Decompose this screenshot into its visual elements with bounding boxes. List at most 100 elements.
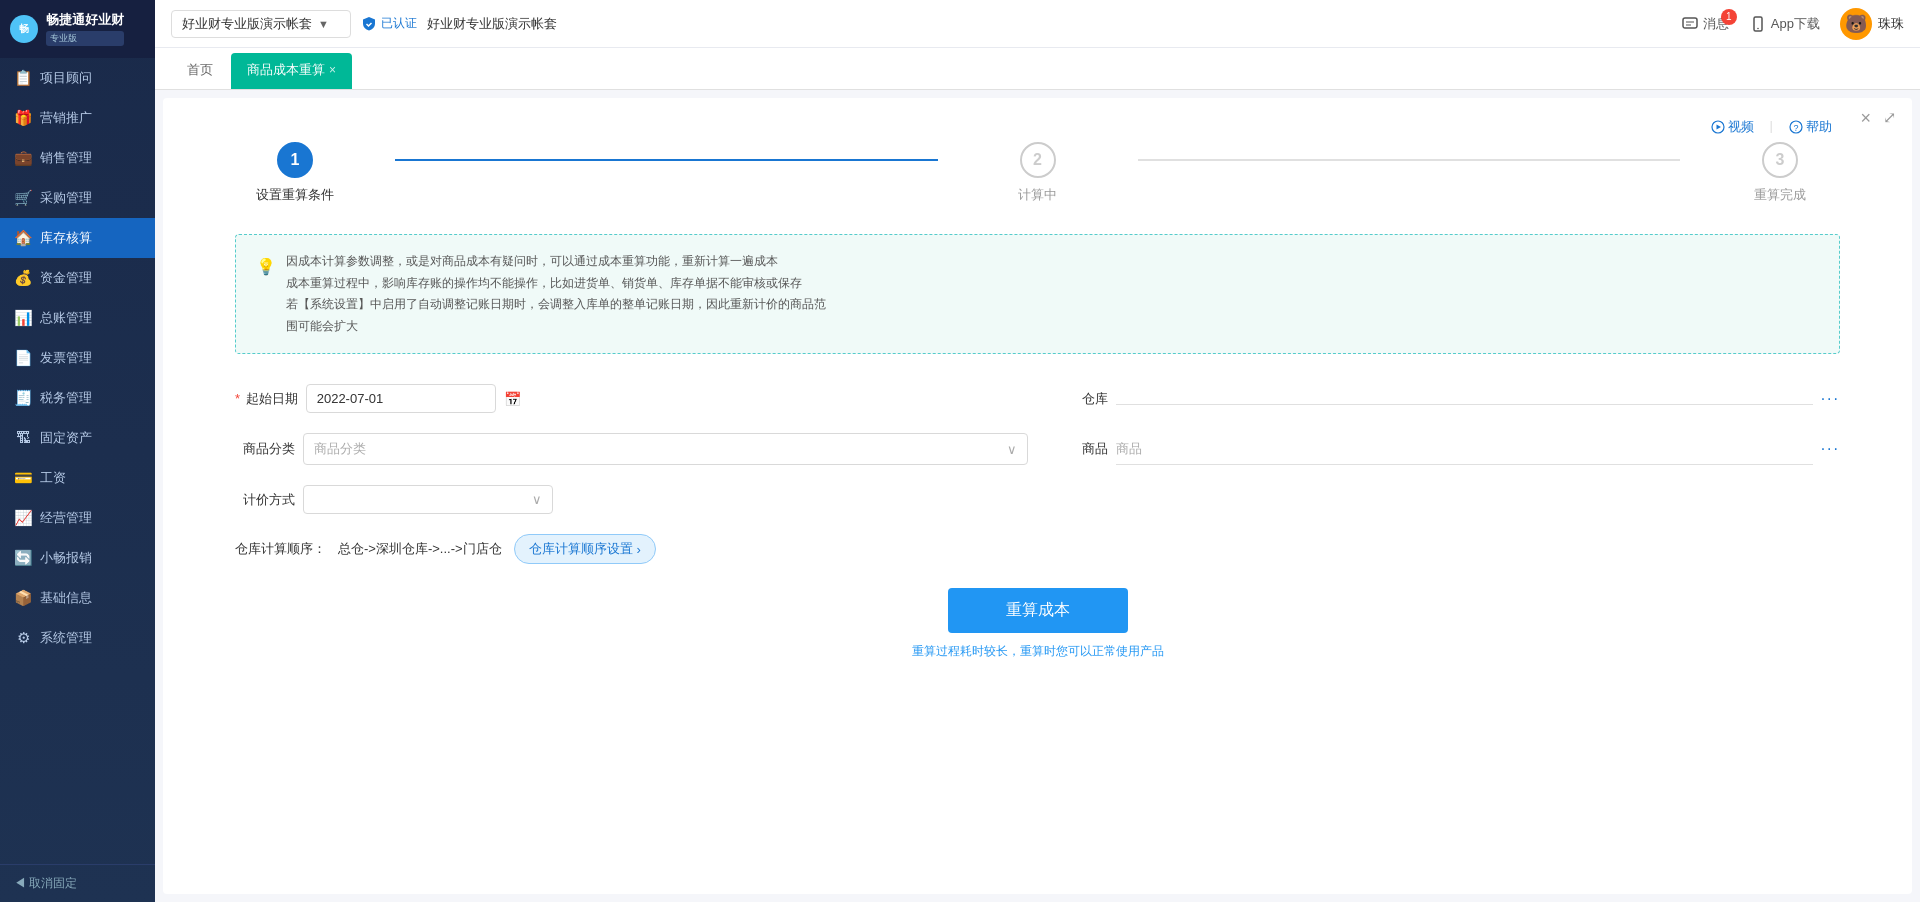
goods-label: 商品 xyxy=(1048,440,1108,458)
info-text: 因成本计算参数调整，或是对商品成本有疑问时，可以通过成本重算功能，重新计算一遍成… xyxy=(286,251,826,337)
calendar-icon[interactable]: 📅 xyxy=(504,391,521,407)
sidebar-item-label: 总账管理 xyxy=(40,309,92,327)
info-bulb-icon: 💡 xyxy=(256,253,276,337)
goods-input[interactable]: 商品 xyxy=(1116,434,1813,465)
svg-text:?: ? xyxy=(1793,123,1798,133)
tab-cost[interactable]: 商品成本重算 × xyxy=(231,53,352,89)
expense-icon: 🔄 xyxy=(14,549,32,567)
sidebar-item-label: 工资 xyxy=(40,469,66,487)
window-controls: × ⤢ xyxy=(1860,108,1896,129)
verified-badge: 已认证 xyxy=(361,15,417,32)
content-area: × ⤢ 视频 | ? 帮助 xyxy=(163,98,1912,894)
sidebar-item-label: 税务管理 xyxy=(40,389,92,407)
sidebar-item-finance[interactable]: 💰 资金管理 xyxy=(0,258,155,298)
account-chevron-icon: ▼ xyxy=(318,18,329,30)
video-link[interactable]: 视频 xyxy=(1711,118,1754,136)
pricing-label: 计价方式 xyxy=(235,491,295,509)
mobile-icon xyxy=(1749,15,1767,33)
window-expand-icon[interactable]: ⤢ xyxy=(1883,108,1896,129)
help-links: 视频 | ? 帮助 xyxy=(1711,118,1832,136)
warehouse-dots-icon[interactable]: ··· xyxy=(1821,390,1840,408)
warehouse-order-label: 仓库计算顺序： xyxy=(235,540,326,558)
sidebar-item-basic[interactable]: 📦 基础信息 xyxy=(0,578,155,618)
sidebar-item-label: 采购管理 xyxy=(40,189,92,207)
app-download-label: App下载 xyxy=(1771,15,1820,33)
app-logo-icon: 畅 xyxy=(10,15,38,43)
start-date-label: * 起始日期 xyxy=(235,390,298,408)
info-line-1: 因成本计算参数调整，或是对商品成本有疑问时，可以通过成本重算功能，重新计算一遍成… xyxy=(286,251,826,273)
sidebar: 畅 畅捷通好业财 专业版 📋 项目顾问 🎁 营销推广 💼 销售管理 🛒 采购管理… xyxy=(0,0,155,902)
sidebar-item-label: 销售管理 xyxy=(40,149,92,167)
warehouse-input[interactable] xyxy=(1116,392,1813,405)
sidebar-item-marketing[interactable]: 🎁 营销推广 xyxy=(0,98,155,138)
form-row-3: 计价方式 ∨ xyxy=(235,485,1840,514)
sidebar-item-invoice[interactable]: 📄 发票管理 xyxy=(0,338,155,378)
svg-rect-0 xyxy=(1683,18,1697,28)
message-button[interactable]: 消息 1 xyxy=(1681,15,1729,33)
main-area: 好业财专业版演示帐套 ▼ 已认证 好业财专业版演示帐套 消息 1 xyxy=(155,0,1920,902)
invoice-icon: 📄 xyxy=(14,349,32,367)
app-subtitle: 专业版 xyxy=(46,31,124,46)
submit-btn-label: 重算成本 xyxy=(1006,601,1070,618)
sidebar-item-label: 资金管理 xyxy=(40,269,92,287)
tab-close-icon[interactable]: × xyxy=(329,63,336,77)
sidebar-item-label: 库存核算 xyxy=(40,229,92,247)
info-box: 💡 因成本计算参数调整，或是对商品成本有疑问时，可以通过成本重算功能，重新计算一… xyxy=(235,234,1840,354)
app-download-button[interactable]: App下载 xyxy=(1749,15,1820,33)
info-line-4: 围可能会扩大 xyxy=(286,316,826,338)
topbar-right: 消息 1 App下载 🐻 珠珠 xyxy=(1681,8,1904,40)
sidebar-item-project[interactable]: 📋 项目顾问 xyxy=(0,58,155,98)
sidebar-item-expense[interactable]: 🔄 小畅报销 xyxy=(0,538,155,578)
sidebar-item-purchase[interactable]: 🛒 采购管理 xyxy=(0,178,155,218)
warehouse-order-value: 总仓->深圳仓库->...->门店仓 xyxy=(338,540,502,558)
user-name: 珠珠 xyxy=(1878,15,1904,33)
step-1-label: 设置重算条件 xyxy=(256,186,334,204)
sidebar-item-sales[interactable]: 💼 销售管理 xyxy=(0,138,155,178)
play-icon xyxy=(1711,120,1725,134)
start-date-input[interactable] xyxy=(306,384,496,413)
sidebar-item-payroll[interactable]: 💳 工资 xyxy=(0,458,155,498)
form-group-date: * 起始日期 📅 xyxy=(235,384,1028,413)
submit-button[interactable]: 重算成本 xyxy=(948,588,1128,633)
svg-point-2 xyxy=(1757,27,1759,29)
goods-dots-icon[interactable]: ··· xyxy=(1821,440,1840,458)
system-icon: ⚙ xyxy=(14,629,32,647)
sidebar-pin-toggle[interactable]: ◀ 取消固定 xyxy=(0,864,155,902)
window-close-icon[interactable]: × xyxy=(1860,108,1871,129)
shield-icon xyxy=(361,16,377,32)
warehouse-order-settings-button[interactable]: 仓库计算顺序设置 › xyxy=(514,534,656,564)
verified-text: 已认证 xyxy=(381,15,417,32)
warehouse-btn-label: 仓库计算顺序设置 xyxy=(529,540,633,558)
sidebar-item-system[interactable]: ⚙ 系统管理 xyxy=(0,618,155,658)
step-2: 2 计算中 xyxy=(938,142,1138,204)
tab-home[interactable]: 首页 xyxy=(171,53,229,89)
sidebar-item-label: 营销推广 xyxy=(40,109,92,127)
category-chevron-icon: ∨ xyxy=(1007,442,1017,457)
warehouse-label: 仓库 xyxy=(1048,390,1108,408)
sidebar-item-tax[interactable]: 🧾 税务管理 xyxy=(0,378,155,418)
step-line-1 xyxy=(395,159,938,161)
sidebar-item-inventory[interactable]: 🏠 库存核算 xyxy=(0,218,155,258)
avatar: 🐻 xyxy=(1840,8,1872,40)
sidebar-item-accounting[interactable]: 📊 总账管理 xyxy=(0,298,155,338)
category-select[interactable]: 商品分类 ∨ xyxy=(303,433,1028,465)
inventory-icon: 🏠 xyxy=(14,229,32,247)
sales-icon: 💼 xyxy=(14,149,32,167)
account-selector[interactable]: 好业财专业版演示帐套 ▼ xyxy=(171,10,351,38)
user-menu[interactable]: 🐻 珠珠 xyxy=(1840,8,1904,40)
sidebar-item-assets[interactable]: 🏗 固定资产 xyxy=(0,418,155,458)
app-title: 畅捷通好业财 xyxy=(46,12,124,28)
help-divider: | xyxy=(1770,118,1773,136)
sidebar-item-label: 发票管理 xyxy=(40,349,92,367)
pricing-select[interactable]: ∨ xyxy=(303,485,553,514)
pricing-chevron-icon: ∨ xyxy=(532,492,542,507)
account-name: 好业财专业版演示帐套 xyxy=(182,15,312,33)
basic-icon: 📦 xyxy=(14,589,32,607)
tab-home-label: 首页 xyxy=(187,61,213,79)
form-group-warehouse: 仓库 ··· xyxy=(1048,390,1841,408)
video-label: 视频 xyxy=(1728,118,1754,136)
sidebar-item-operations[interactable]: 📈 经营管理 xyxy=(0,498,155,538)
required-star: * xyxy=(235,391,240,406)
tabbar: 首页 商品成本重算 × xyxy=(155,48,1920,90)
help-link[interactable]: ? 帮助 xyxy=(1789,118,1832,136)
